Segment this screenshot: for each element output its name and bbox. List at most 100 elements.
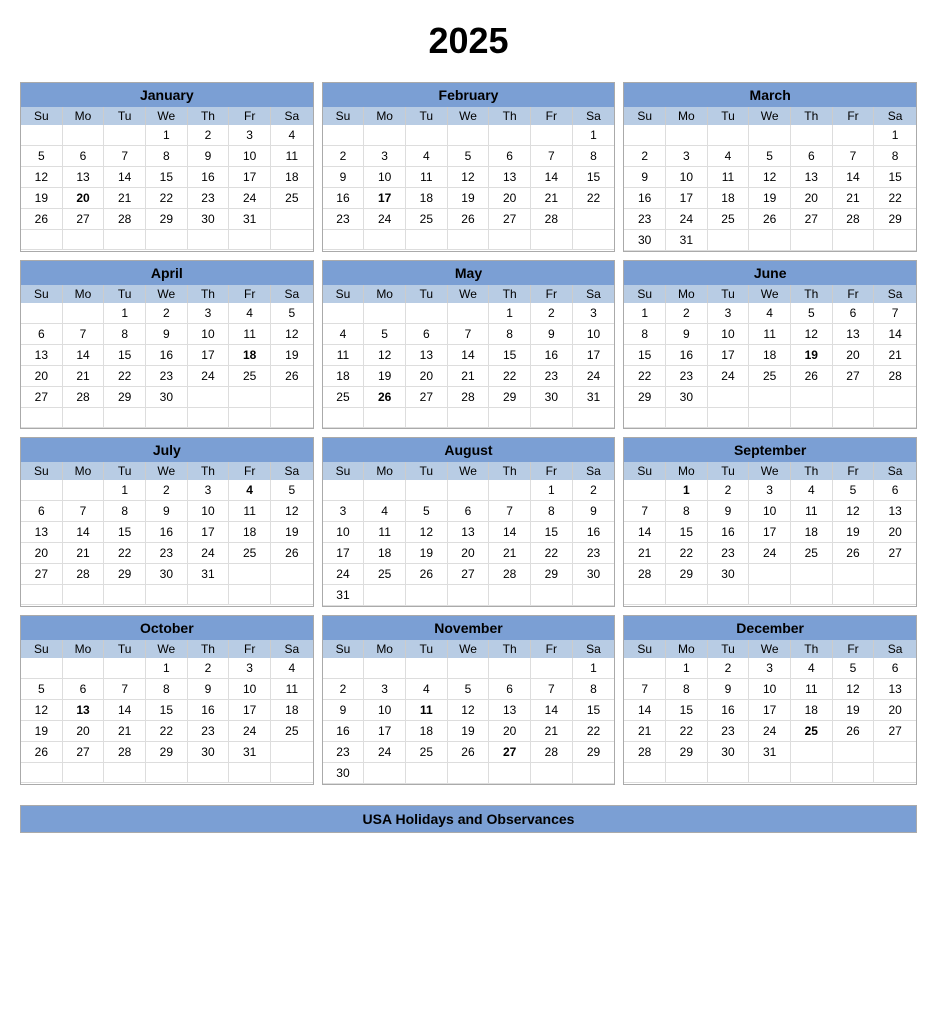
day-cell: 13 <box>874 501 916 522</box>
month-header: August <box>323 438 615 462</box>
day-header: Tu <box>104 462 146 480</box>
day-header: Th <box>188 462 230 480</box>
day-cell: 18 <box>406 721 448 742</box>
day-cell: 19 <box>448 188 490 209</box>
day-header: Sa <box>874 285 916 303</box>
day-header: Tu <box>406 107 448 125</box>
day-cell: 1 <box>146 658 188 679</box>
day-cell: 9 <box>573 501 615 522</box>
day-header: Mo <box>364 462 406 480</box>
empty-day-cell <box>624 658 666 679</box>
day-cell: 12 <box>271 324 313 345</box>
day-cell: 4 <box>406 679 448 700</box>
empty-day-cell <box>104 408 146 428</box>
month-header: June <box>624 261 916 285</box>
month-june: JuneSuMoTuWeThFrSa1234567891011121314151… <box>623 260 917 429</box>
day-cell: 25 <box>229 543 271 564</box>
empty-day-cell <box>323 408 365 428</box>
day-cell: 13 <box>489 700 531 721</box>
day-cell: 13 <box>448 522 490 543</box>
day-cell: 7 <box>489 501 531 522</box>
day-cell: 3 <box>749 480 791 501</box>
day-cell: 26 <box>406 564 448 585</box>
day-cell: 11 <box>791 679 833 700</box>
day-cell: 10 <box>188 324 230 345</box>
month-header: April <box>21 261 313 285</box>
day-cell: 23 <box>188 188 230 209</box>
day-header: Tu <box>104 285 146 303</box>
day-cell: 19 <box>791 345 833 366</box>
day-cell: 15 <box>104 345 146 366</box>
day-cell: 30 <box>666 387 708 408</box>
day-cell: 9 <box>323 700 365 721</box>
empty-day-cell <box>531 658 573 679</box>
day-cell: 31 <box>573 387 615 408</box>
day-cell: 15 <box>531 522 573 543</box>
empty-day-cell <box>749 387 791 408</box>
day-header: Th <box>791 107 833 125</box>
day-cell: 7 <box>624 679 666 700</box>
day-header: Sa <box>874 107 916 125</box>
empty-day-cell <box>188 408 230 428</box>
day-header: Sa <box>573 462 615 480</box>
day-header: Sa <box>874 640 916 658</box>
empty-day-cell <box>624 763 666 783</box>
day-cell: 8 <box>624 324 666 345</box>
empty-day-cell <box>229 564 271 585</box>
day-cell: 25 <box>229 366 271 387</box>
day-cell: 11 <box>229 324 271 345</box>
day-cell: 12 <box>21 700 63 721</box>
day-cell: 5 <box>21 146 63 167</box>
day-cell: 8 <box>146 146 188 167</box>
day-header: Su <box>624 462 666 480</box>
empty-day-cell <box>21 303 63 324</box>
day-cell: 23 <box>573 543 615 564</box>
day-cell: 27 <box>21 387 63 408</box>
day-cell: 23 <box>666 366 708 387</box>
empty-day-cell <box>146 230 188 250</box>
day-header: Th <box>791 640 833 658</box>
day-cell: 18 <box>364 543 406 564</box>
day-cell: 7 <box>624 501 666 522</box>
day-cell: 12 <box>271 501 313 522</box>
day-cell: 2 <box>323 146 365 167</box>
day-cell: 1 <box>104 480 146 501</box>
day-header: Th <box>188 640 230 658</box>
day-cell: 26 <box>791 366 833 387</box>
day-cell: 22 <box>489 366 531 387</box>
day-cell: 9 <box>323 167 365 188</box>
day-header: Fr <box>531 462 573 480</box>
day-cell: 20 <box>63 188 105 209</box>
day-cell: 9 <box>146 501 188 522</box>
day-cell: 8 <box>573 146 615 167</box>
day-cell: 11 <box>229 501 271 522</box>
day-cell: 11 <box>406 700 448 721</box>
empty-day-cell <box>188 230 230 250</box>
day-cell: 13 <box>63 700 105 721</box>
empty-day-cell <box>188 585 230 605</box>
day-cell: 25 <box>406 742 448 763</box>
day-cell: 20 <box>489 188 531 209</box>
day-cell: 24 <box>364 209 406 230</box>
day-cell: 29 <box>531 564 573 585</box>
empty-day-cell <box>104 658 146 679</box>
day-cell: 8 <box>104 501 146 522</box>
day-cell: 7 <box>531 146 573 167</box>
day-cell: 10 <box>708 324 750 345</box>
day-cell: 10 <box>229 679 271 700</box>
day-header: We <box>146 285 188 303</box>
empty-day-cell <box>708 125 750 146</box>
day-cell: 13 <box>874 679 916 700</box>
day-cell: 30 <box>624 230 666 251</box>
empty-day-cell <box>364 230 406 250</box>
empty-day-cell <box>21 125 63 146</box>
day-cell: 11 <box>323 345 365 366</box>
day-cell: 5 <box>833 480 875 501</box>
day-cell: 18 <box>229 345 271 366</box>
day-cell: 28 <box>104 209 146 230</box>
day-cell: 14 <box>104 700 146 721</box>
day-cell: 18 <box>791 700 833 721</box>
day-cell: 4 <box>229 303 271 324</box>
day-cell: 18 <box>271 700 313 721</box>
day-cell: 28 <box>489 564 531 585</box>
